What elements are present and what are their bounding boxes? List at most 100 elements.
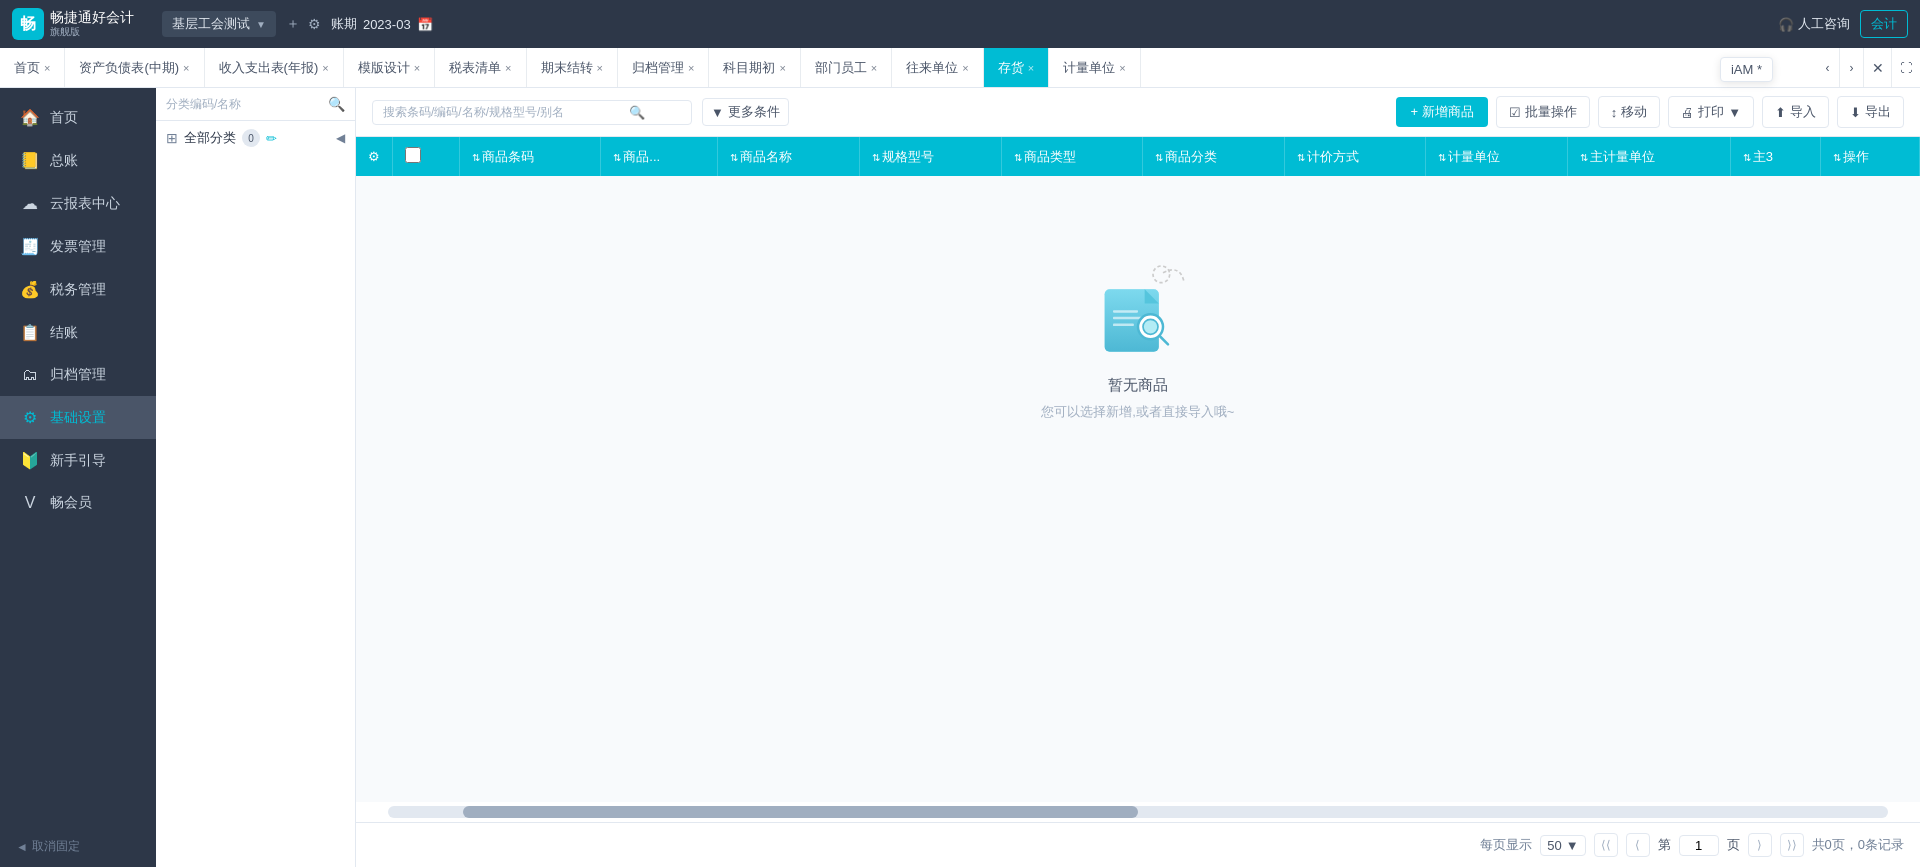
- home-icon: 🏠: [20, 108, 40, 127]
- tab-close-icon[interactable]: ×: [183, 62, 189, 74]
- tab-close-icon[interactable]: ×: [322, 62, 328, 74]
- column-header-category[interactable]: ⇅商品分类: [1143, 137, 1285, 176]
- tab-expand-button[interactable]: ⛶: [1892, 48, 1920, 88]
- tab-close-icon[interactable]: ×: [505, 62, 511, 74]
- sidebar-item-ledger[interactable]: 📒总账: [0, 139, 156, 182]
- tab-部门员工[interactable]: 部门员工×: [801, 48, 892, 88]
- close-all-tabs-button[interactable]: ✕: [1864, 48, 1892, 88]
- sidebar-item-tax[interactable]: 💰税务管理: [0, 268, 156, 311]
- category-collapse-icon[interactable]: ◀: [336, 131, 345, 145]
- category-header[interactable]: ⊞ 全部分类 0 ✏ ◀: [156, 121, 355, 155]
- sidebar-item-home[interactable]: 🏠 首页: [0, 96, 156, 139]
- tab-税表清单[interactable]: 税表清单×: [435, 48, 526, 88]
- calendar-icon[interactable]: 📅: [417, 17, 433, 32]
- member-icon: V: [20, 494, 40, 512]
- consultation-button[interactable]: 🎧 人工咨询: [1778, 15, 1850, 33]
- category-count-badge: 0: [242, 129, 260, 147]
- column-header-col3[interactable]: ⇅主3: [1730, 137, 1820, 176]
- col-sort-icon: ⇅: [730, 152, 738, 163]
- tab-收入支出表(年报)[interactable]: 收入支出表(年报)×: [205, 48, 344, 88]
- column-header-name[interactable]: ⇅商品名称: [718, 137, 860, 176]
- col-sort-icon: ⇅: [1833, 152, 1841, 163]
- sidebar-item-invoice[interactable]: 🧾发票管理: [0, 225, 156, 268]
- tab-close-icon[interactable]: ×: [871, 62, 877, 74]
- tab-close-icon[interactable]: ×: [688, 62, 694, 74]
- add-tab-icon[interactable]: ＋: [286, 15, 300, 33]
- category-label: 全部分类: [184, 129, 236, 147]
- tab-模版设计[interactable]: 模版设计×: [344, 48, 435, 88]
- category-edit-icon[interactable]: ✏: [266, 131, 277, 146]
- add-product-button[interactable]: + 新增商品: [1396, 97, 1487, 127]
- page-input[interactable]: [1679, 835, 1719, 856]
- sidebar-item-member[interactable]: V畅会员: [0, 482, 156, 524]
- tab-资产负债表(中期)[interactable]: 资产负债表(中期)×: [65, 48, 204, 88]
- per-page-select[interactable]: 50 ▼: [1540, 835, 1585, 856]
- tab-close-icon[interactable]: ×: [962, 62, 968, 74]
- move-button[interactable]: ↕ 移动: [1598, 96, 1661, 128]
- settings-icon[interactable]: ⚙: [308, 16, 321, 32]
- tab-scroll-left-button[interactable]: ‹: [1816, 48, 1840, 88]
- tab-往来单位[interactable]: 往来单位×: [892, 48, 983, 88]
- column-header-spec[interactable]: ⇅规格型号: [859, 137, 1001, 176]
- col-sort-icon: ⇅: [613, 152, 621, 163]
- grid-icon: ⊞: [166, 130, 178, 146]
- column-header-barcode[interactable]: ⇅商品条码: [459, 137, 601, 176]
- kuaiji-button[interactable]: 会计: [1860, 10, 1908, 38]
- column-header-price_method[interactable]: ⇅计价方式: [1284, 137, 1426, 176]
- sidebar-item-archive[interactable]: 🗂归档管理: [0, 354, 156, 396]
- column-header-unit[interactable]: ⇅计量单位: [1426, 137, 1568, 176]
- category-search-input[interactable]: [166, 97, 322, 111]
- first-page-button[interactable]: ⟨⟨: [1594, 833, 1618, 857]
- tab-scroll-right-button[interactable]: ›: [1840, 48, 1864, 88]
- column-header-code[interactable]: ⇅商品...: [601, 137, 718, 176]
- pagination: 每页显示 50 ▼ ⟨⟨ ⟨ 第 页 ⟩ ⟩⟩ 共0页，0条记录: [356, 822, 1920, 867]
- unpin-icon: ◄: [16, 840, 28, 854]
- sidebar: 🏠 首页 📒总账☁云报表中心🧾发票管理💰税务管理📋结账🗂归档管理⚙基础设置🔰新手引导…: [0, 88, 156, 867]
- tab-close-icon[interactable]: ×: [1028, 62, 1034, 74]
- column-settings-icon[interactable]: ⚙: [368, 149, 380, 164]
- tab-close-icon[interactable]: ×: [779, 62, 785, 74]
- sidebar-item-closing[interactable]: 📋结账: [0, 311, 156, 354]
- scrollbar-thumb[interactable]: [463, 806, 1138, 818]
- prev-page-button[interactable]: ⟨: [1626, 833, 1650, 857]
- sidebar-item-label: 首页: [50, 109, 78, 127]
- category-search-icon[interactable]: 🔍: [328, 96, 345, 112]
- export-button[interactable]: ⬇ 导出: [1837, 96, 1904, 128]
- product-search-icon[interactable]: 🔍: [629, 105, 645, 120]
- company-tab[interactable]: 基层工会测试 ▼: [162, 11, 276, 37]
- product-search-input[interactable]: [383, 105, 623, 119]
- logo-area: 畅 畅捷通好会计 旗舰版: [12, 8, 152, 40]
- tab-计量单位[interactable]: 计量单位×: [1049, 48, 1140, 88]
- tab-期末结转[interactable]: 期末结转×: [527, 48, 618, 88]
- period-value: 2023-03: [363, 17, 411, 32]
- sidebar-item-settings[interactable]: ⚙基础设置: [0, 396, 156, 439]
- batch-operation-button[interactable]: ☑ 批量操作: [1496, 96, 1590, 128]
- tab-close-icon[interactable]: ×: [1119, 62, 1125, 74]
- column-header-type[interactable]: ⇅商品类型: [1001, 137, 1143, 176]
- select-all-checkbox[interactable]: [405, 147, 421, 163]
- tab-close-icon[interactable]: ×: [414, 62, 420, 74]
- import-button[interactable]: ⬆ 导入: [1762, 96, 1829, 128]
- tab-close-icon[interactable]: ×: [44, 62, 50, 74]
- reports-icon: ☁: [20, 194, 40, 213]
- sidebar-item-guide[interactable]: 🔰新手引导: [0, 439, 156, 482]
- horizontal-scrollbar[interactable]: [388, 806, 1888, 818]
- column-header-checkbox[interactable]: [393, 137, 460, 176]
- col-sort-icon: ⇅: [1743, 152, 1751, 163]
- tab-存货[interactable]: 存货×: [984, 48, 1049, 88]
- table-container: ⚙ ⇅商品条码⇅商品...⇅商品名称⇅规格型号⇅商品类型⇅商品分类⇅计价方式⇅计量…: [356, 137, 1920, 802]
- print-button[interactable]: 🖨 打印 ▼: [1668, 96, 1754, 128]
- tab-首页[interactable]: 首页×: [0, 48, 65, 88]
- tab-科目期初[interactable]: 科目期初×: [709, 48, 800, 88]
- company-name: 基层工会测试: [172, 15, 250, 33]
- column-header-settings[interactable]: ⚙: [356, 137, 393, 176]
- tab-归档管理[interactable]: 归档管理×: [618, 48, 709, 88]
- sidebar-footer[interactable]: ◄ 取消固定: [0, 826, 156, 867]
- more-filter-button[interactable]: ▼ 更多条件: [702, 98, 789, 126]
- column-header-main_unit[interactable]: ⇅主计量单位: [1567, 137, 1730, 176]
- next-page-button[interactable]: ⟩: [1748, 833, 1772, 857]
- column-header-action[interactable]: ⇅操作: [1820, 137, 1919, 176]
- tab-close-icon[interactable]: ×: [597, 62, 603, 74]
- last-page-button[interactable]: ⟩⟩: [1780, 833, 1804, 857]
- sidebar-item-reports[interactable]: ☁云报表中心: [0, 182, 156, 225]
